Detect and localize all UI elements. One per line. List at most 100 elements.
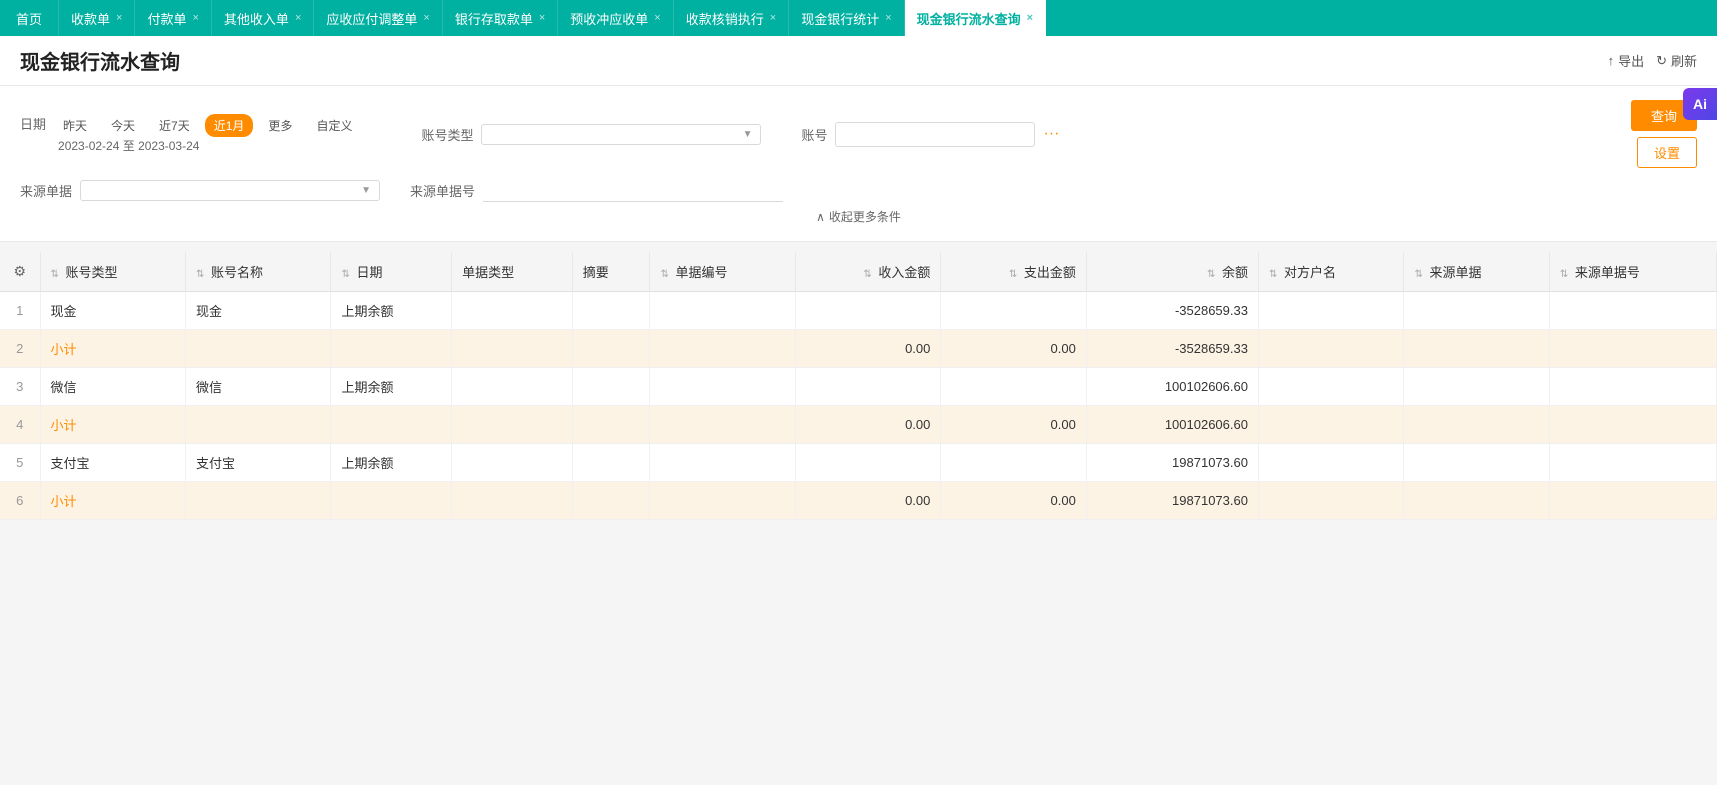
cell-source-doc-num — [1549, 406, 1716, 444]
close-tab-flow-query[interactable]: × — [1027, 12, 1033, 24]
cell-income — [795, 292, 940, 330]
close-tab-payment[interactable]: × — [192, 12, 198, 24]
page-header: 现金银行流水查询 ↑ 导出 ↻ 刷新 — [0, 36, 1717, 86]
th-expense[interactable]: ⇅ 支出金额 — [941, 252, 1086, 292]
th-source-doc[interactable]: ⇅ 来源单据 — [1404, 252, 1549, 292]
date-label: 日期 — [20, 114, 46, 133]
nav-tab-prepay[interactable]: 预收冲应收单 × — [558, 0, 673, 36]
sort-icon-account-type: ⇅ — [51, 269, 59, 280]
account-type-label: 账号类型 — [421, 125, 473, 144]
close-tab-stats[interactable]: × — [885, 12, 891, 24]
close-tab-bank-deposit[interactable]: × — [539, 12, 545, 24]
cell-income — [795, 368, 940, 406]
cell-summary — [572, 330, 650, 368]
account-input[interactable] — [835, 122, 1035, 147]
source-doc-select[interactable]: ▼ — [80, 180, 380, 201]
source-doc-filter: 来源单据 ▼ — [20, 180, 380, 201]
table-container: ⚙ ⇅ 账号类型 ⇅ 账号名称 ⇅ 日期 单据类型 摘要 — [0, 252, 1717, 520]
nav-tab-adjustment[interactable]: 应收应付调整单 × — [314, 0, 442, 36]
nav-tab-receipt[interactable]: 收款单 × — [59, 0, 135, 36]
nav-tab-stats[interactable]: 现金银行统计 × — [789, 0, 904, 36]
cell-summary — [572, 482, 650, 520]
th-doc-number[interactable]: ⇅ 单据编号 — [650, 252, 795, 292]
table-row: 1现金现金上期余额-3528659.33 — [0, 292, 1717, 330]
date-btn-yesterday[interactable]: 昨天 — [54, 114, 96, 137]
th-account-type[interactable]: ⇅ 账号类型 — [40, 252, 185, 292]
nav-tab-verify[interactable]: 收款核销执行 × — [674, 0, 789, 36]
cell-doc-type — [452, 292, 573, 330]
close-tab-prepay[interactable]: × — [654, 12, 660, 24]
cell-income: 0.00 — [795, 330, 940, 368]
date-btn-1month[interactable]: 近1月 — [205, 114, 254, 137]
close-tab-adjustment[interactable]: × — [423, 12, 429, 24]
cell-source-doc-num — [1549, 444, 1716, 482]
export-button[interactable]: ↑ 导出 — [1608, 51, 1645, 70]
cell-income: 0.00 — [795, 482, 940, 520]
table-row: 6小计0.000.0019871073.60 — [0, 482, 1717, 520]
ai-assistant-badge[interactable]: Ai — [1683, 88, 1717, 120]
cell-row-num: 3 — [0, 368, 40, 406]
cell-counterparty — [1258, 292, 1403, 330]
gear-settings-icon[interactable]: ⚙ — [13, 263, 26, 279]
cell-balance: -3528659.33 — [1086, 330, 1258, 368]
date-options-row: 昨天 今天 近7天 近1月 更多 自定义 — [54, 114, 361, 137]
cell-source-doc — [1404, 292, 1549, 330]
sort-icon-doc-number: ⇅ — [660, 269, 668, 280]
page-title: 现金银行流水查询 — [20, 46, 180, 75]
chevron-up-icon: ∧ — [816, 210, 825, 224]
cell-source-doc — [1404, 368, 1549, 406]
nav-tab-payment[interactable]: 付款单 × — [135, 0, 211, 36]
source-doc-label: 来源单据 — [20, 181, 72, 200]
cell-doc-number — [650, 292, 795, 330]
cell-expense: 0.00 — [941, 330, 1086, 368]
collapse-bar[interactable]: ∧ 收起更多条件 — [20, 202, 1697, 227]
th-date[interactable]: ⇅ 日期 — [331, 252, 452, 292]
source-doc-num-input[interactable] — [483, 178, 783, 202]
date-btn-custom[interactable]: 自定义 — [307, 114, 361, 137]
date-options-group: 昨天 今天 近7天 近1月 更多 自定义 2023-02-24 至 2023-0… — [54, 114, 361, 154]
th-counterparty[interactable]: ⇅ 对方户名 — [1258, 252, 1403, 292]
th-balance[interactable]: ⇅ 余额 — [1086, 252, 1258, 292]
account-dots-button[interactable]: ··· — [1043, 125, 1059, 143]
cell-expense: 0.00 — [941, 406, 1086, 444]
nav-home[interactable]: 首页 — [0, 0, 59, 36]
filter-row-2: 来源单据 ▼ 来源单据号 — [20, 178, 1697, 202]
th-source-doc-num[interactable]: ⇅ 来源单据号 — [1549, 252, 1716, 292]
account-type-select[interactable]: ▼ — [481, 124, 761, 145]
date-btn-7days[interactable]: 近7天 — [150, 114, 199, 137]
sort-icon-balance: ⇅ — [1207, 269, 1215, 280]
cell-doc-number — [650, 368, 795, 406]
th-gear: ⚙ — [0, 252, 40, 292]
close-tab-other-income[interactable]: × — [295, 12, 301, 24]
top-navigation: 首页 收款单 × 付款单 × 其他收入单 × 应收应付调整单 × 银行存取款单 … — [0, 0, 1717, 36]
cell-expense — [941, 368, 1086, 406]
sort-icon-counterparty: ⇅ — [1269, 269, 1277, 280]
cell-balance: 19871073.60 — [1086, 444, 1258, 482]
th-account-name[interactable]: ⇅ 账号名称 — [185, 252, 330, 292]
cell-balance: 100102606.60 — [1086, 406, 1258, 444]
cell-account-name: 现金 — [185, 292, 330, 330]
nav-tab-bank-deposit[interactable]: 银行存取款单 × — [443, 0, 558, 36]
close-tab-receipt[interactable]: × — [116, 12, 122, 24]
cell-row-num: 1 — [0, 292, 40, 330]
data-table: ⚙ ⇅ 账号类型 ⇅ 账号名称 ⇅ 日期 单据类型 摘要 — [0, 252, 1717, 520]
cell-expense: 0.00 — [941, 482, 1086, 520]
date-btn-today[interactable]: 今天 — [102, 114, 144, 137]
cell-account-name — [185, 482, 330, 520]
table-row: 2小计0.000.00-3528659.33 — [0, 330, 1717, 368]
close-tab-verify[interactable]: × — [770, 12, 776, 24]
source-doc-chevron: ▼ — [361, 185, 371, 196]
cell-row-num: 6 — [0, 482, 40, 520]
settings-button[interactable]: 设置 — [1637, 137, 1697, 168]
nav-tab-flow-query[interactable]: 现金银行流水查询 × — [905, 0, 1046, 36]
refresh-button[interactable]: ↻ 刷新 — [1656, 51, 1697, 70]
cell-date — [331, 330, 452, 368]
date-btn-more[interactable]: 更多 — [259, 114, 301, 137]
date-filter: 日期 昨天 今天 近7天 近1月 更多 自定义 2023-02-24 至 202… — [20, 114, 361, 154]
th-income[interactable]: ⇅ 收入金额 — [795, 252, 940, 292]
filter-row-1: 日期 昨天 今天 近7天 近1月 更多 自定义 2023-02-24 至 202… — [20, 100, 1697, 168]
nav-tab-other-income[interactable]: 其他收入单 × — [212, 0, 314, 36]
account-type-filter: 账号类型 ▼ — [421, 124, 761, 145]
cell-income — [795, 444, 940, 482]
cell-expense — [941, 292, 1086, 330]
